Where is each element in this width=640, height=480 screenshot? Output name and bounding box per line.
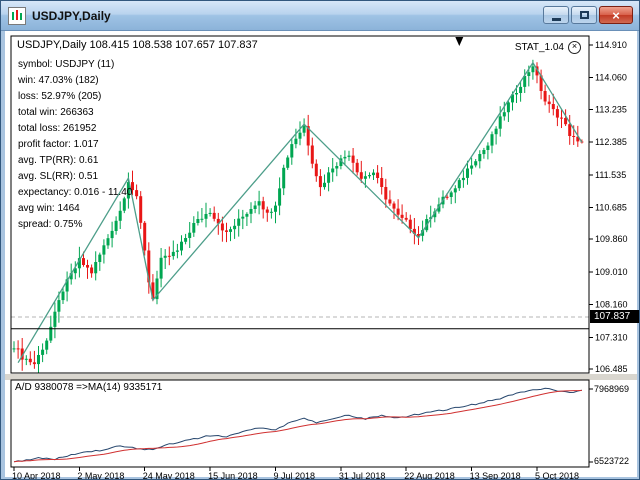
stats-block: symbol: USDJPY (11) win: 47.03% (182) loss…	[18, 57, 132, 233]
price-tick-label: 111.535	[595, 170, 626, 180]
date-label: 24 May 2018	[143, 471, 195, 480]
price-tick-label: 110.685	[595, 203, 627, 213]
pane-splitter[interactable]	[5, 374, 637, 380]
price-tick-label: 113.235	[595, 104, 627, 114]
candlestick-chart-icon	[8, 6, 26, 25]
minimize-icon	[551, 17, 561, 21]
stat-line: profit factor: 1.017	[18, 139, 99, 150]
close-button[interactable]: ×	[599, 6, 633, 24]
stat-line: avg. SL(RR): 0.51	[18, 171, 99, 182]
indicator-axis-label-bottom: 6523722	[594, 456, 630, 466]
date-label: 9 Jul 2018	[274, 471, 316, 480]
date-label: 2 May 2018	[77, 471, 124, 480]
stat-line: expectancy: 0.016 - 11.40	[18, 187, 133, 198]
stat-line: win: 47.03% (182)	[18, 75, 99, 86]
window-controls: ×	[543, 6, 633, 24]
price-tick-label: 114.910	[595, 40, 627, 50]
stat-line: total loss: 261952	[18, 123, 97, 134]
stat-line: loss: 52.97% (205)	[18, 91, 102, 102]
price-tick-label: 112.385	[595, 137, 627, 147]
window-title: USDJPY,Daily	[32, 8, 111, 23]
stat-label-text: STAT_1.04	[514, 42, 564, 53]
restore-icon	[579, 11, 589, 19]
ohlc-info: USDJPY,Daily 108.415 108.538 107.657 107…	[17, 39, 258, 51]
price-tick-label: 109.010	[595, 267, 628, 277]
stat-line: symbol: USDJPY (11)	[18, 59, 115, 70]
date-label: 13 Sep 2018	[470, 471, 521, 480]
indicator-label: A/D 9380078 =>MA(14) 9335171	[15, 382, 163, 393]
mt4-chart-window: 114.910 114.060 113.235 112.385 111.535 110.6…	[0, 0, 640, 480]
stat-indicator-label: STAT_1.04 ×	[515, 41, 581, 54]
close-icon: ×	[612, 7, 620, 23]
date-label: 15 Jun 2018	[208, 471, 258, 480]
stat-line: avg win: 1464	[18, 203, 80, 214]
price-tick-label: 106.485	[595, 364, 628, 374]
circle-x-icon[interactable]: ×	[568, 41, 581, 54]
minimize-button[interactable]	[543, 6, 569, 24]
stat-line: total win: 266363	[18, 107, 94, 118]
price-tick-label: 107.310	[595, 332, 628, 342]
price-tick-label: 109.860	[595, 234, 628, 244]
date-label: 22 Aug 2018	[404, 471, 455, 480]
stat-line: avg. TP(RR): 0.61	[18, 155, 99, 166]
date-label: 5 Oct 2018	[535, 471, 579, 480]
restore-button[interactable]	[571, 6, 597, 24]
price-tick-label: 108.160	[595, 300, 628, 310]
price-tick-label: 114.060	[595, 73, 627, 83]
stat-line: spread: 0.75%	[18, 219, 83, 230]
current-price-label: 107.837	[590, 310, 639, 323]
date-label: 31 Jul 2018	[339, 471, 386, 480]
indicator-axis-label-top: 7968969	[594, 384, 630, 394]
date-label: 10 Apr 2018	[12, 471, 61, 480]
